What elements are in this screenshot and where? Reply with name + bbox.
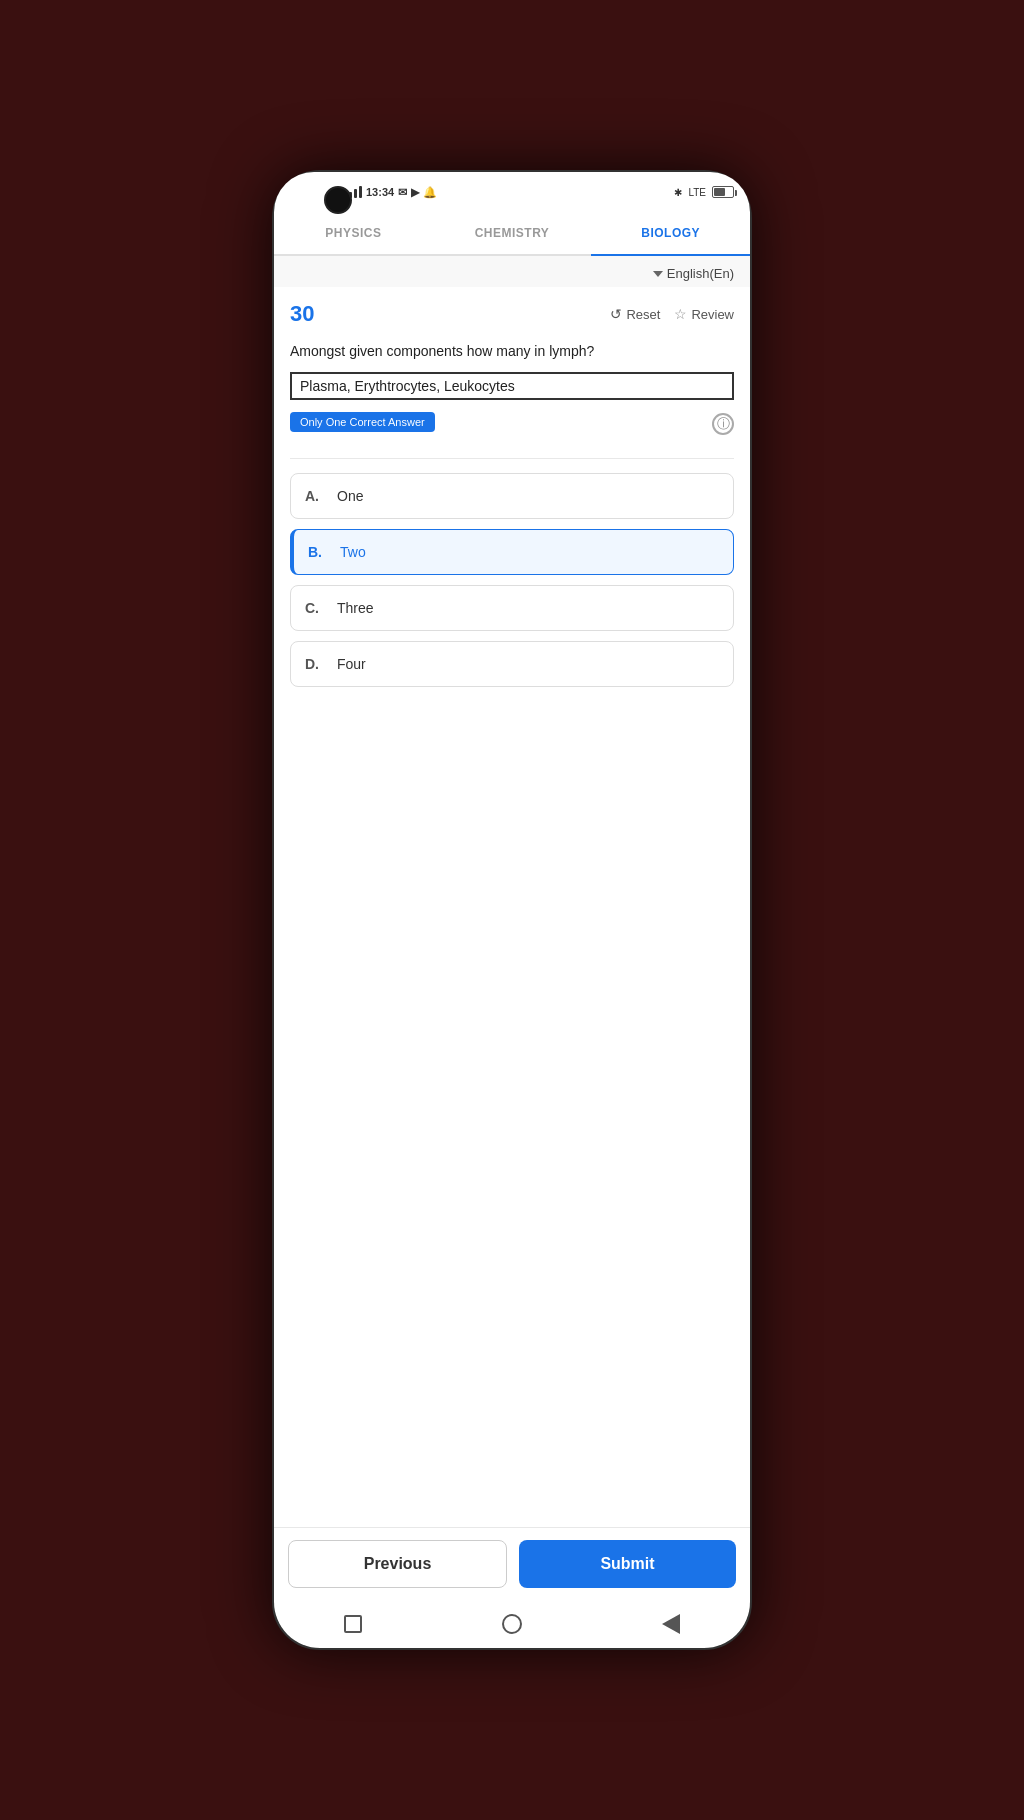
question-header: 30 ↺ Reset ☆ Review (290, 301, 734, 327)
option-c-letter: C. (305, 600, 325, 616)
review-button[interactable]: ☆ Review (674, 306, 734, 322)
previous-button[interactable]: Previous (288, 1540, 507, 1588)
reset-label: Reset (626, 307, 660, 322)
subject-tabs: PHYSICS CHEMISTRY BIOLOGY (274, 212, 750, 256)
option-a-letter: A. (305, 488, 325, 504)
status-left: 13:34 ✉ ▶ 🔔 (344, 186, 437, 199)
option-b-letter: B. (308, 544, 328, 560)
lte-icon: LTE (688, 187, 706, 198)
badge-row: Only One Correct Answer ⓘ (290, 412, 734, 436)
reset-icon: ↺ (610, 306, 622, 322)
option-d[interactable]: D. Four (290, 641, 734, 687)
option-d-text: Four (337, 656, 366, 672)
chevron-down-icon (653, 271, 663, 277)
option-a[interactable]: A. One (290, 473, 734, 519)
question-text: Amongst given components how many in lym… (290, 341, 734, 362)
status-right: ✱ LTE (674, 186, 734, 198)
square-icon[interactable] (344, 1615, 362, 1633)
question-highlight: Plasma, Erythtrocytes, Leukocytes (290, 372, 734, 400)
system-nav-bar (274, 1600, 750, 1648)
bottom-navigation: Previous Submit (274, 1527, 750, 1600)
question-number: 30 (290, 301, 314, 327)
option-c[interactable]: C. Three (290, 585, 734, 631)
tab-chemistry[interactable]: CHEMISTRY (433, 212, 592, 254)
time-display: 13:34 (366, 186, 394, 198)
options-list: A. One B. Two C. Three D. Four (290, 473, 734, 1513)
option-b-text: Two (340, 544, 366, 560)
divider (290, 458, 734, 459)
option-d-letter: D. (305, 656, 325, 672)
answer-type-badge: Only One Correct Answer (290, 412, 435, 432)
mail-icon: ✉ (398, 186, 407, 199)
circle-icon[interactable] (502, 1614, 522, 1634)
star-icon: ☆ (674, 306, 687, 322)
camera-hole (324, 186, 352, 214)
bluetooth-icon: ✱ (674, 187, 682, 198)
screen: PHYSICS CHEMISTRY BIOLOGY English(En) 30 (274, 212, 750, 1600)
info-icon[interactable]: ⓘ (712, 413, 734, 435)
submit-button[interactable]: Submit (519, 1540, 736, 1588)
battery-indicator (712, 186, 734, 198)
language-row: English(En) (274, 256, 750, 287)
back-icon[interactable] (662, 1614, 680, 1634)
option-b[interactable]: B. Two (290, 529, 734, 575)
media-icon: ▶ (411, 186, 419, 199)
reset-button[interactable]: ↺ Reset (610, 306, 660, 322)
option-a-text: One (337, 488, 363, 504)
alarm-icon: 🔔 (423, 186, 437, 199)
language-label: English(En) (667, 266, 734, 281)
question-actions: ↺ Reset ☆ Review (610, 306, 734, 322)
option-c-text: Three (337, 600, 374, 616)
tab-physics[interactable]: PHYSICS (274, 212, 433, 254)
language-selector[interactable]: English(En) (653, 266, 734, 281)
tab-biology[interactable]: BIOLOGY (591, 212, 750, 254)
question-area: 30 ↺ Reset ☆ Review Amongst given compon… (274, 287, 750, 1527)
review-label: Review (691, 307, 734, 322)
